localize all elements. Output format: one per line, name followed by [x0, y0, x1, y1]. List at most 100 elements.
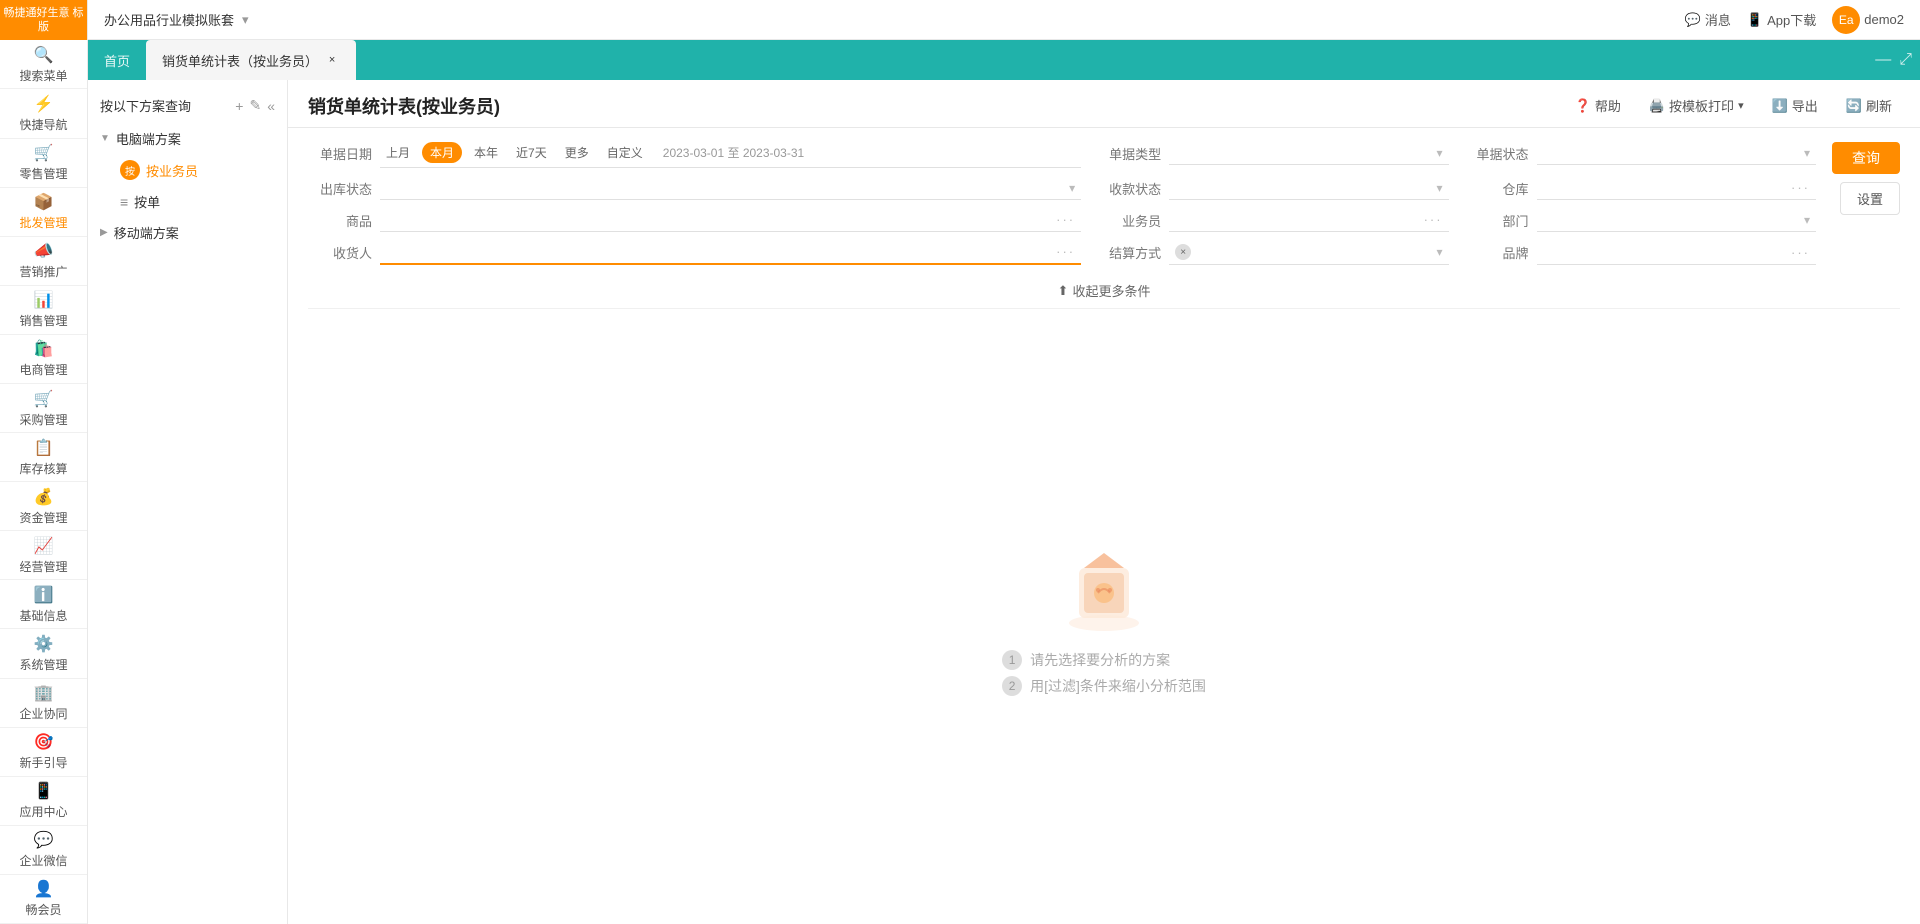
avatar: Ea	[1832, 6, 1860, 34]
sidebar-item-member[interactable]: 👤 畅会员	[0, 875, 87, 924]
purchase-icon: 🛒	[34, 389, 54, 409]
consignee-dots[interactable]: ···	[1056, 244, 1075, 259]
sidebar-item-sales[interactable]: 📊 销售管理	[0, 286, 87, 335]
basicinfo-icon: ℹ️	[34, 585, 54, 605]
window-minimize-btn[interactable]: —	[1875, 51, 1891, 69]
topbar-dropdown-icon[interactable]: ▾	[242, 12, 249, 28]
finance-icon: 💰	[34, 487, 54, 507]
tree-item-by-order[interactable]: ≡ 按单	[88, 186, 287, 217]
sidebar-item-wholesale[interactable]: 📦 批发管理	[0, 188, 87, 237]
user-profile[interactable]: Ea demo2	[1832, 6, 1904, 34]
sidebar-item-search[interactable]: 🔍 搜索菜单	[0, 40, 87, 89]
date-tab-7days[interactable]: 近7天	[510, 142, 553, 163]
export-btn[interactable]: ⬇️ 导出	[1764, 92, 1826, 119]
window-maximize-btn[interactable]: ⤢	[1899, 51, 1912, 69]
filter-row-3: 商品 ··· 业务员 ···	[308, 208, 1816, 232]
doc-status-dropdown-icon[interactable]: ▾	[1804, 146, 1810, 160]
dept-dropdown-icon[interactable]: ▾	[1804, 213, 1810, 227]
filter-goods-col: 商品 ···	[308, 208, 1081, 232]
refresh-btn[interactable]: 🔄 刷新	[1838, 92, 1900, 119]
collapse-label: 收起更多条件	[1072, 281, 1150, 300]
sidebar-item-wechat[interactable]: 💬 企业微信	[0, 826, 87, 875]
left-panel: 按以下方案查询 + ✎ « ▼ 电脑端方案 按 按业务员 ≡ 按单	[88, 80, 288, 924]
sidebar-item-marketing[interactable]: 📣 营销推广	[0, 237, 87, 286]
print-dropdown-icon[interactable]: ▾	[1738, 99, 1744, 112]
sidebar-item-label: 基础信息	[19, 607, 67, 624]
date-label: 单据日期	[308, 144, 380, 163]
add-scheme-btn[interactable]: +	[235, 98, 243, 114]
main-area: 办公用品行业模拟账套 ▾ 💬 消息 📱 App下载 Ea demo2 首页	[88, 0, 1920, 924]
salesperson-dots[interactable]: ···	[1424, 212, 1443, 227]
system-icon: ⚙️	[34, 634, 54, 654]
settlement-dropdown-icon[interactable]: ▾	[1437, 245, 1443, 259]
query-button[interactable]: 查询	[1832, 142, 1900, 174]
help-icon: ❓	[1575, 98, 1591, 114]
tab-home[interactable]: 首页	[88, 40, 146, 80]
content-area: 按以下方案查询 + ✎ « ▼ 电脑端方案 按 按业务员 ≡ 按单	[88, 80, 1920, 924]
sidebar-item-enterprise[interactable]: 🏢 企业协同	[0, 679, 87, 728]
app-download-btn[interactable]: 📱 App下载	[1747, 10, 1816, 29]
sidebar: 畅捷通好生意 标版 🔍 搜索菜单 ⚡ 快捷导航 🛒 零售管理 📦 批发管理 📣 …	[0, 0, 88, 924]
sidebar-item-label: 采购管理	[19, 411, 67, 428]
filter-brand-col: 品牌 ···	[1465, 241, 1816, 265]
tree-group-mobile[interactable]: ▶ 移动端方案	[88, 217, 287, 248]
collapse-text: ⬆ 收起更多条件	[1058, 281, 1151, 300]
collapse-filters-btn[interactable]: ⬆ 收起更多条件	[308, 273, 1900, 309]
sidebar-item-retail[interactable]: 🛒 零售管理	[0, 139, 87, 188]
date-tab-this-year[interactable]: 本年	[468, 142, 504, 163]
template-print-btn[interactable]: 🖨️ 按模板打印 ▾	[1641, 92, 1752, 119]
brand-dots[interactable]: ···	[1791, 245, 1810, 260]
doc-type-dropdown-icon[interactable]: ▾	[1437, 146, 1443, 160]
out-status-dropdown-icon[interactable]: ▾	[1069, 181, 1075, 195]
left-panel-header: 按以下方案查询 + ✎ «	[88, 88, 287, 123]
export-label: 导出	[1792, 96, 1818, 115]
sidebar-item-purchase[interactable]: 🛒 采购管理	[0, 384, 87, 433]
sidebar-item-basicinfo[interactable]: ℹ️ 基础信息	[0, 580, 87, 629]
tab-active-label: 销货单统计表（按业务员）	[162, 51, 318, 70]
consignee-label: 收货人	[308, 243, 380, 262]
tabbar: 首页 销货单统计表（按业务员） × — ⤢	[88, 40, 1920, 80]
sidebar-item-ecommerce[interactable]: 🛍️ 电商管理	[0, 335, 87, 384]
setting-button[interactable]: 设置	[1840, 182, 1900, 215]
sidebar-item-label: 新手引导	[19, 754, 67, 771]
date-tab-more[interactable]: 更多	[559, 142, 595, 163]
date-tab-last-month[interactable]: 上月	[380, 142, 416, 163]
wholesale-icon: 📦	[34, 192, 54, 212]
sales-icon: 📊	[34, 290, 54, 310]
filter-row-2: 出库状态 ▾ 收款状态 ▾	[308, 176, 1816, 200]
warehouse-dots[interactable]: ···	[1791, 180, 1810, 195]
message-btn[interactable]: 💬 消息	[1685, 10, 1731, 29]
filter-date-col: 单据日期 上月 本月 本年 近7天 更多 自定义 2023-03-01 至 20…	[308, 138, 1081, 168]
date-tab-custom[interactable]: 自定义	[601, 142, 649, 163]
date-tab-this-month[interactable]: 本月	[422, 142, 462, 163]
sidebar-item-finance[interactable]: 💰 资金管理	[0, 482, 87, 531]
edit-scheme-btn[interactable]: ✎	[249, 97, 261, 114]
sidebar-item-shortcut[interactable]: ⚡ 快捷导航	[0, 89, 87, 138]
goods-dots[interactable]: ···	[1056, 212, 1075, 227]
collect-status-dropdown-icon[interactable]: ▾	[1437, 181, 1443, 195]
tab-close-icon[interactable]: ×	[324, 52, 340, 68]
sidebar-item-appcenter[interactable]: 📱 应用中心	[0, 777, 87, 826]
sidebar-item-label: 经营管理	[19, 558, 67, 575]
page-title: 销货单统计表(按业务员)	[308, 93, 500, 119]
filter-row-1: 单据日期 上月 本月 本年 近7天 更多 自定义 2023-03-01 至 20…	[308, 138, 1816, 168]
sidebar-item-operations[interactable]: 📈 经营管理	[0, 531, 87, 580]
collapse-panel-btn[interactable]: «	[267, 98, 275, 114]
tree-item-by-salesperson[interactable]: 按 按业务员	[88, 154, 287, 186]
tab-active[interactable]: 销货单统计表（按业务员） ×	[146, 40, 356, 80]
settlement-clear-btn[interactable]: ×	[1175, 244, 1191, 260]
sidebar-item-inventory[interactable]: 📋 库存核算	[0, 433, 87, 482]
doc-status-label: 单据状态	[1465, 144, 1537, 163]
left-panel-actions: + ✎ «	[235, 97, 275, 114]
tree-group-desktop[interactable]: ▼ 电脑端方案	[88, 123, 287, 154]
brand-label: 品牌	[1465, 243, 1537, 262]
settlement-label: 结算方式	[1097, 243, 1169, 262]
newbie-icon: 🎯	[34, 732, 54, 752]
tree-collapse-icon: ▶	[100, 227, 108, 238]
sidebar-item-system[interactable]: ⚙️ 系统管理	[0, 629, 87, 678]
empty-svg	[1054, 538, 1154, 638]
sidebar-item-newbie[interactable]: 🎯 新手引导	[0, 728, 87, 777]
tree-expand-icon: ▼	[100, 133, 110, 144]
help-btn[interactable]: ❓ 帮助	[1567, 92, 1629, 119]
filter-collect-status-col: 收款状态 ▾	[1097, 177, 1448, 200]
